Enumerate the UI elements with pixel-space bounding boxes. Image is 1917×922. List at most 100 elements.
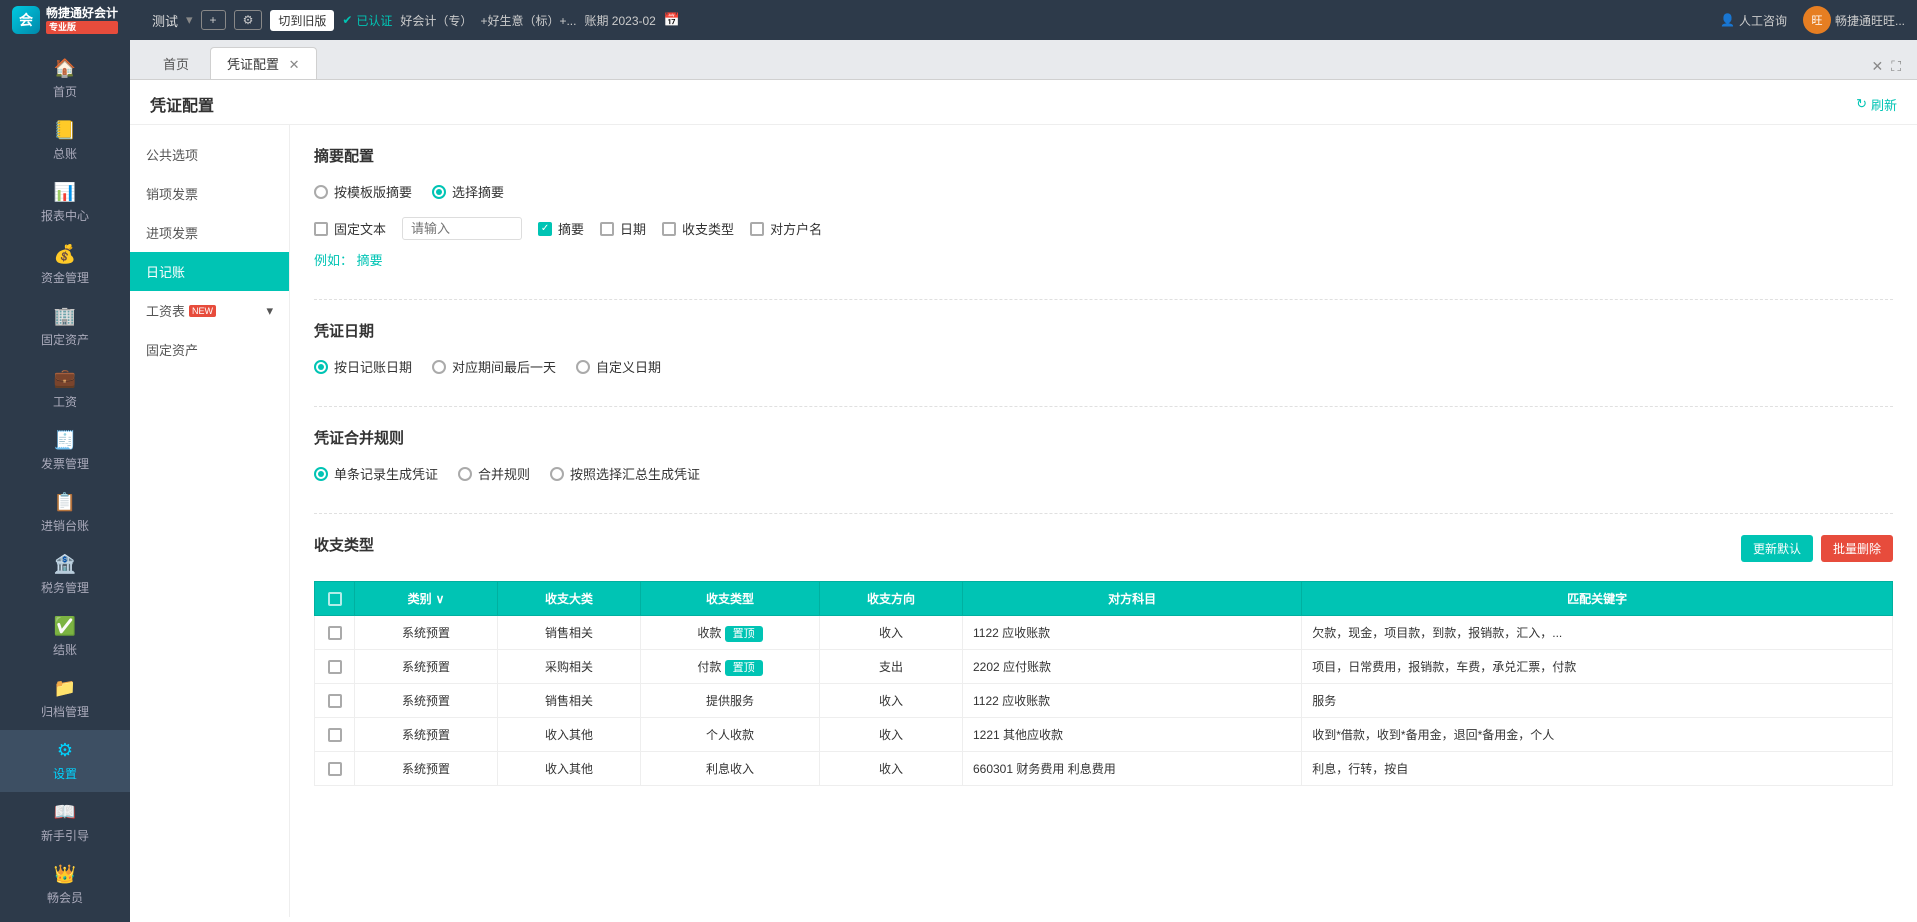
summary-label: 摘要 [558, 219, 584, 238]
settings-button[interactable]: ⚙ [234, 10, 263, 30]
row-check-4[interactable] [328, 762, 342, 776]
avatar: 旺 [1803, 6, 1831, 34]
radio-period-last[interactable]: 对应期间最后一天 [432, 357, 556, 376]
summary-checkbox[interactable]: ✓ 摘要 [538, 219, 584, 238]
update-default-button[interactable]: 更新默认 [1741, 535, 1813, 562]
sidebar-item-invoice[interactable]: 🧾发票管理 [0, 420, 130, 482]
row-category-2: 系统预置 [355, 684, 498, 718]
counterparty-label: 对方户名 [770, 219, 822, 238]
nav-item-journal[interactable]: 日记账 [130, 252, 289, 291]
nav-journal-label: 日记账 [146, 262, 185, 281]
sidebar-item-tax[interactable]: 🏦税务管理 [0, 544, 130, 606]
switch-version-button[interactable]: 切到旧版 [270, 10, 334, 31]
voucher-merge-radio-group: 单条记录生成凭证 合并规则 按照选择汇总生成凭证 [314, 464, 1893, 483]
col-counterpart: 对方科目 [962, 582, 1301, 616]
sidebar-item-member[interactable]: 👑畅会员 [0, 854, 130, 916]
support-button[interactable]: 👤 人工咨询 [1720, 12, 1787, 29]
row-major-type-3: 收入其他 [498, 718, 641, 752]
radio-template-summary[interactable]: 按模板版摘要 [314, 182, 412, 201]
radio-select-summary[interactable]: 选择摘要 [432, 182, 504, 201]
row-direction-0: 收入 [819, 616, 962, 650]
tab-voucher-config[interactable]: 凭证配置 ✕ [210, 47, 317, 79]
tab-close-icon[interactable]: ✕ [289, 57, 300, 72]
sidebar-item-payroll[interactable]: 💼工资 [0, 358, 130, 420]
summary-checkbox-row: 固定文本 ✓ 摘要 日期 [314, 217, 1893, 240]
radio-merge-rules[interactable]: 合并规则 [458, 464, 530, 483]
row-counterpart-0: 1122 应收账款 [962, 616, 1301, 650]
logo-text: 畅捷通好会计 专业版 [46, 6, 118, 33]
income-type-check-box [662, 222, 676, 236]
radio-single-record[interactable]: 单条记录生成凭证 [314, 464, 438, 483]
sidebar-item-home[interactable]: 🏠首页 [0, 48, 130, 110]
tag-reset-0[interactable]: 置顶 [725, 626, 763, 642]
bulk-delete-button[interactable]: 批量删除 [1821, 535, 1893, 562]
radio-by-selection[interactable]: 按照选择汇总生成凭证 [550, 464, 700, 483]
sidebar-item-label-asset: 固定资产 [41, 331, 89, 348]
row-checkbox-4[interactable] [315, 752, 355, 786]
sidebar-item-purchase[interactable]: 📋进销台账 [0, 482, 130, 544]
row-check-2[interactable] [328, 694, 342, 708]
page-header: 凭证配置 ↻ 刷新 [130, 80, 1917, 125]
date-checkbox[interactable]: 日期 [600, 219, 646, 238]
row-major-type-0: 销售相关 [498, 616, 641, 650]
row-checkbox-0[interactable] [315, 616, 355, 650]
user-avatar-area[interactable]: 旺 畅捷通旺旺... [1803, 6, 1905, 34]
row-checkbox-2[interactable] [315, 684, 355, 718]
income-expense-title: 收支类型 [314, 534, 374, 555]
nav-item-public[interactable]: 公共选项 [130, 135, 289, 174]
add-button[interactable]: + [201, 10, 226, 30]
fixed-text-label: 固定文本 [334, 219, 386, 238]
income-type-checkbox[interactable]: 收支类型 [662, 219, 734, 238]
col-category-sort-icon[interactable]: ∨ [436, 592, 445, 606]
row-checkbox-3[interactable] [315, 718, 355, 752]
tag-reset-1[interactable]: 置顶 [725, 660, 763, 676]
nav-sales-invoice-label: 销项发票 [146, 184, 198, 203]
fixed-text-input[interactable] [402, 217, 522, 240]
col-type: 收支类型 [641, 582, 820, 616]
fixed-text-checkbox[interactable]: 固定文本 [314, 219, 386, 238]
col-keyword-label: 匹配关键字 [1567, 592, 1627, 606]
radio-custom-date[interactable]: 自定义日期 [576, 357, 661, 376]
archive-icon: 📁 [54, 678, 76, 699]
window-close-icon[interactable]: ✕ [1871, 58, 1883, 75]
sidebar-item-settings[interactable]: ⚙设置 [0, 730, 130, 792]
col-type-label: 收支类型 [706, 592, 754, 606]
window-expand-icon[interactable]: ⛶ [1891, 58, 1901, 75]
row-counterpart-4: 660301 财务费用 利息费用 [962, 752, 1301, 786]
nav-item-purchase-invoice[interactable]: 进项发票 [130, 213, 289, 252]
row-check-1[interactable] [328, 660, 342, 674]
radio-journal-date[interactable]: 按日记账日期 [314, 357, 412, 376]
voucher-merge-section: 凭证合并规则 单条记录生成凭证 合并规则 [314, 427, 1893, 483]
row-check-3[interactable] [328, 728, 342, 742]
sidebar-item-fund[interactable]: 💰资金管理 [0, 234, 130, 296]
select-all-checkbox[interactable] [328, 592, 342, 606]
right-content: 摘要配置 按模板版摘要 选择摘要 [290, 125, 1917, 917]
refresh-button[interactable]: ↻ 刷新 [1856, 95, 1897, 114]
nav-item-sales-invoice[interactable]: 销项发票 [130, 174, 289, 213]
sidebar-item-checkout[interactable]: ✅结账 [0, 606, 130, 668]
calendar-icon[interactable]: 📅 [664, 12, 680, 28]
sidebar-item-asset[interactable]: 🏢固定资产 [0, 296, 130, 358]
summary-config-title: 摘要配置 [314, 145, 1893, 166]
row-type-4: 利息收入 [641, 752, 820, 786]
counterparty-check-box [750, 222, 764, 236]
sidebar-item-guide[interactable]: 📖新手引导 [0, 792, 130, 854]
summary-radio-group: 按模板版摘要 选择摘要 [314, 182, 1893, 201]
sidebar-item-label-member: 畅会员 [47, 889, 83, 906]
certified-label: 已认证 [356, 12, 392, 29]
col-checkbox[interactable] [315, 582, 355, 616]
sidebar-item-archive[interactable]: 📁归档管理 [0, 668, 130, 730]
row-checkbox-1[interactable] [315, 650, 355, 684]
row-check-0[interactable] [328, 626, 342, 640]
sidebar-item-report[interactable]: 📊报表中心 [0, 172, 130, 234]
support-label: 人工咨询 [1739, 12, 1787, 29]
tax-icon: 🏦 [54, 554, 76, 575]
company-chevron-icon[interactable]: ▾ [186, 12, 193, 28]
nav-item-payroll-sheet[interactable]: 工资表 NEW ▾ [130, 291, 289, 330]
tab-home[interactable]: 首页 [146, 47, 206, 79]
sidebar-item-ledger[interactable]: 📒总账 [0, 110, 130, 172]
payroll-icon: 💼 [54, 368, 76, 389]
nav-item-fixed-assets[interactable]: 固定资产 [130, 330, 289, 369]
fund-icon: 💰 [54, 244, 76, 265]
counterparty-checkbox[interactable]: 对方户名 [750, 219, 822, 238]
